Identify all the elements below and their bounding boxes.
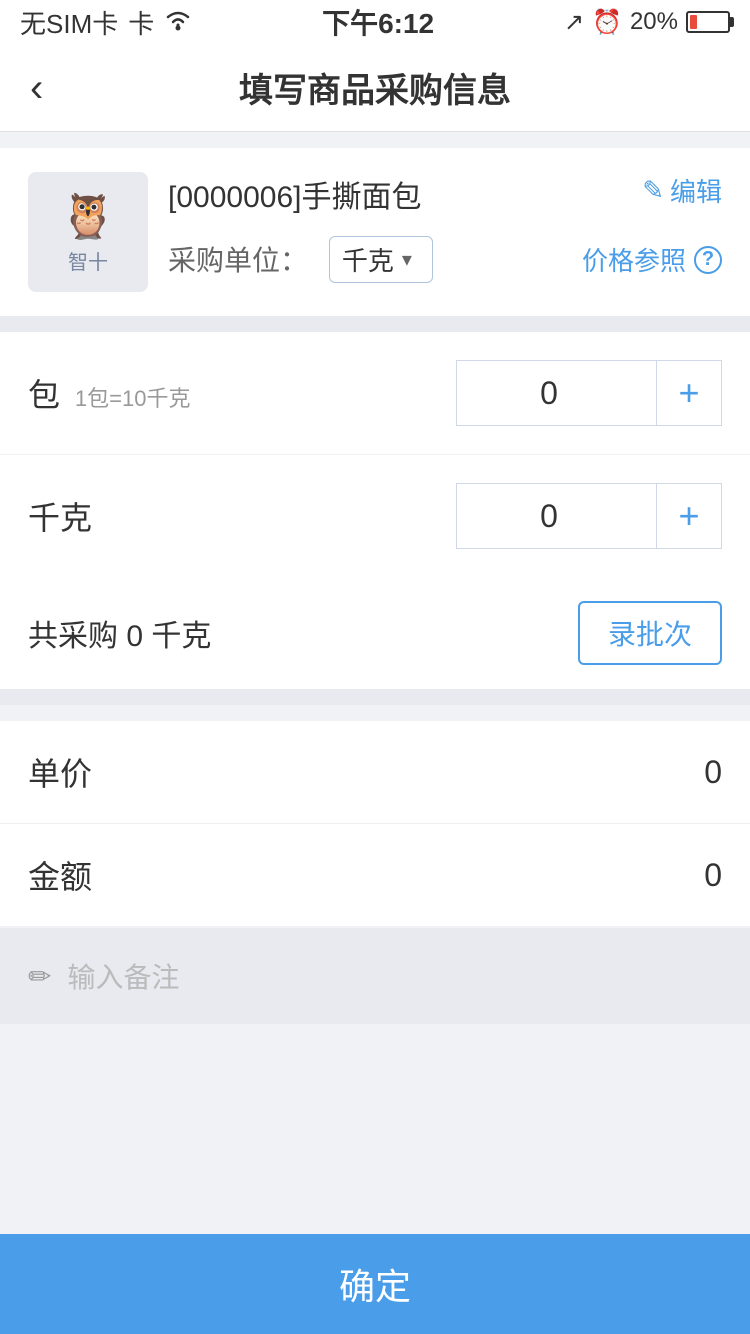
unit-label: 采购单位： [168, 245, 308, 276]
amount-row: 金额 0 [0, 824, 750, 926]
sim-icon: 卡 [128, 4, 154, 41]
page-title: 填写商品采购信息 [239, 63, 511, 112]
unit-price-label: 单价 [28, 749, 92, 795]
battery-icon [686, 11, 730, 33]
edit-icon: ✎ [642, 175, 664, 206]
status-time: 下午6:12 [322, 2, 434, 42]
unit-value: 千克 [342, 241, 394, 278]
bao-input-right: + [456, 360, 722, 426]
content-area: 🦉 智十 [0000006]手撕面包 ✎ 编辑 采购单位： 千克 ▾ [0, 148, 750, 1144]
unit-price-value: 0 [704, 754, 722, 791]
quantity-section: 包 1包=10千克 + 千克 + [0, 332, 750, 577]
confirm-button[interactable]: 确定 [0, 1234, 750, 1334]
record-batch-button[interactable]: 录批次 [578, 601, 722, 665]
amount-label: 金额 [28, 852, 92, 898]
unit-select-group: 采购单位： 千克 ▾ [168, 236, 433, 283]
bao-sub-label: 1包=10千克 [75, 386, 191, 411]
carrier-label: 无SIM卡 [20, 4, 118, 41]
product-top-row: [0000006]手撕面包 ✎ 编辑 [168, 172, 722, 216]
kg-input-right: + [456, 483, 722, 549]
nav-bar: ‹ 填写商品采购信息 [0, 44, 750, 132]
status-left: 无SIM卡 卡 [20, 4, 192, 41]
kg-plus-button[interactable]: + [656, 483, 722, 549]
kg-label: 千克 [28, 500, 92, 536]
section-divider-2 [0, 689, 750, 705]
summary-text: 共采购 0 千克 [28, 611, 211, 655]
location-icon: ↗ [564, 8, 584, 37]
section-divider-1 [0, 316, 750, 332]
remark-section[interactable]: ✏ 输入备注 [0, 928, 750, 1024]
product-info: [0000006]手撕面包 ✎ 编辑 采购单位： 千克 ▾ 价格参照 ? [168, 172, 722, 283]
dropdown-arrow-icon: ▾ [402, 247, 412, 272]
product-thumb-label: 智十 [68, 246, 108, 275]
bao-input-row: 包 1包=10千克 + [0, 332, 750, 455]
back-button[interactable]: ‹ [30, 68, 43, 108]
status-bar: 无SIM卡 卡 下午6:12 ↗ ⏰ 20% [0, 0, 750, 44]
price-reference-button[interactable]: 价格参照 ? [582, 241, 722, 278]
wifi-icon [164, 7, 192, 38]
battery-percent: 20% [630, 8, 678, 36]
status-right: ↗ ⏰ 20% [564, 8, 730, 37]
bao-quantity-input[interactable] [456, 360, 656, 426]
price-amount-section: 单价 0 金额 0 [0, 721, 750, 926]
bao-label: 包 [28, 377, 60, 413]
product-unit-row: 采购单位： 千克 ▾ 价格参照 ? [168, 236, 722, 283]
bao-plus-button[interactable]: + [656, 360, 722, 426]
bao-label-group: 包 1包=10千克 [28, 370, 190, 416]
product-card: 🦉 智十 [0000006]手撕面包 ✎ 编辑 采购单位： 千克 ▾ [0, 148, 750, 316]
pencil-icon: ✏ [28, 960, 51, 993]
unit-select-dropdown[interactable]: 千克 ▾ [329, 236, 433, 283]
product-thumbnail: 🦉 智十 [28, 172, 148, 292]
kg-input-row: 千克 + [0, 455, 750, 577]
edit-button[interactable]: ✎ 编辑 [642, 172, 722, 209]
alarm-icon: ⏰ [592, 8, 622, 37]
help-icon: ? [694, 246, 722, 274]
remark-placeholder: 输入备注 [67, 956, 179, 996]
kg-quantity-input[interactable] [456, 483, 656, 549]
product-owl-icon: 🦉 [61, 190, 116, 242]
summary-row: 共采购 0 千克 录批次 [0, 577, 750, 689]
kg-label-group: 千克 [28, 493, 92, 539]
product-name: [0000006]手撕面包 [168, 172, 421, 216]
unit-price-row: 单价 0 [0, 721, 750, 824]
amount-value: 0 [704, 857, 722, 894]
